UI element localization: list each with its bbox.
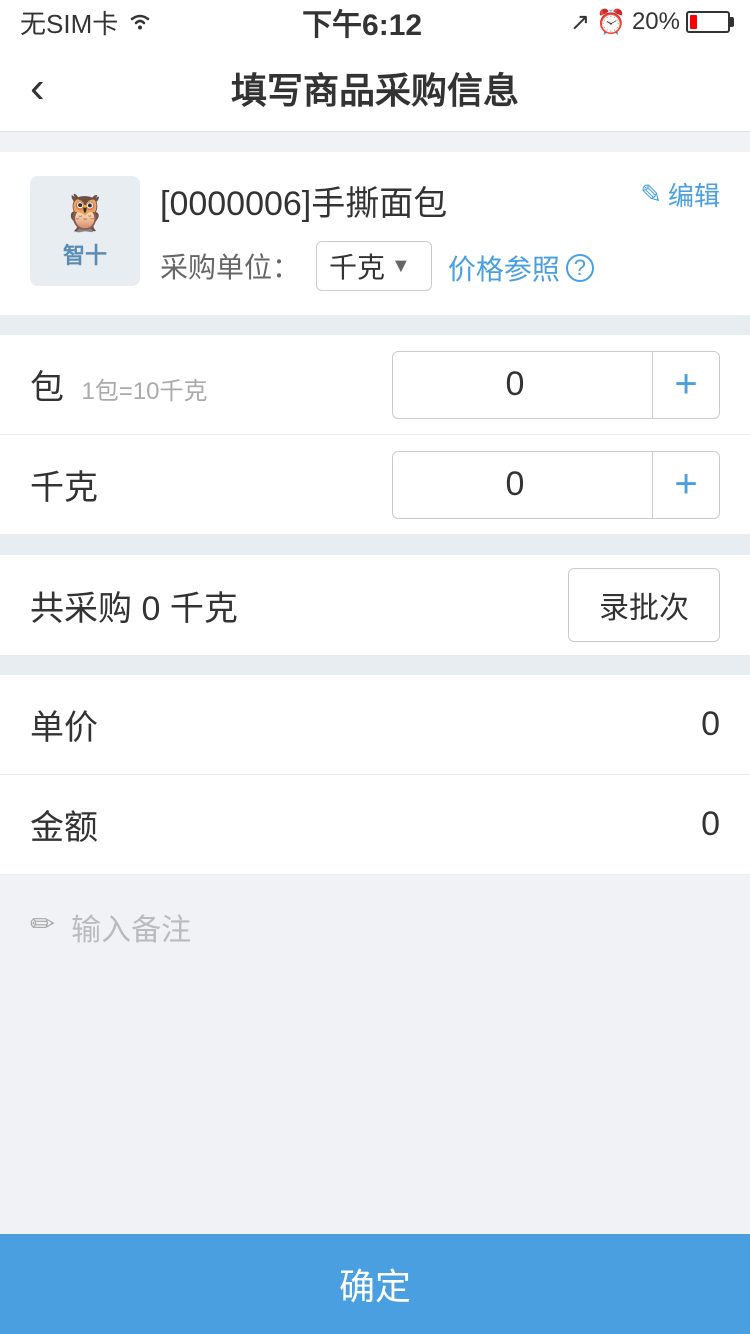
status-right: ↗ ⏰ 20% xyxy=(570,8,730,37)
kg-quantity-input[interactable] xyxy=(392,451,652,519)
status-time: 下午6:12 xyxy=(302,0,422,44)
record-batch-button[interactable]: 录批次 xyxy=(568,568,720,642)
amount-row: 金额 0 xyxy=(0,775,750,875)
product-info: [0000006]手撕面包 ✎ 编辑 采购单位： 千克 ▼ 价格参照 ? xyxy=(160,176,720,291)
price-ref-button[interactable]: 价格参照 ? xyxy=(448,248,594,288)
kg-input-field: + xyxy=(392,451,720,519)
confirm-button[interactable]: 确定 xyxy=(0,1234,750,1334)
nav-bar: ‹ 填写商品采购信息 xyxy=(0,44,750,132)
total-label: 共采购 0 千克 xyxy=(30,581,238,630)
unit-select[interactable]: 千克 ▼ xyxy=(316,241,432,291)
carrier-text: 无SIM卡 xyxy=(20,4,118,41)
kg-input-row: 千克 + xyxy=(0,435,750,535)
product-logo-text: 智十 xyxy=(63,238,107,270)
total-value: 0 xyxy=(141,590,160,628)
product-card: 🦉 智十 [0000006]手撕面包 ✎ 编辑 采购单位： 千克 ▼ xyxy=(0,152,750,315)
product-name: [0000006]手撕面包 xyxy=(160,176,447,225)
pencil-icon: ✏ xyxy=(30,907,55,942)
status-left: 无SIM卡 xyxy=(20,4,154,41)
unit-price-row: 单价 0 xyxy=(0,675,750,775)
amount-label: 金额 xyxy=(30,800,98,849)
product-image: 🦉 智十 xyxy=(30,176,140,286)
back-button[interactable]: ‹ xyxy=(30,66,45,110)
section-divider-2 xyxy=(0,535,750,555)
product-logo-icon: 🦉 xyxy=(63,192,108,234)
page-content: 🦉 智十 [0000006]手撕面包 ✎ 编辑 采购单位： 千克 ▼ xyxy=(0,152,750,1135)
edit-button[interactable]: ✎ 编辑 xyxy=(640,176,720,213)
amount-value: 0 xyxy=(701,805,720,844)
chevron-down-icon: ▼ xyxy=(391,255,411,278)
unit-label: 采购单位： xyxy=(160,246,300,286)
kg-plus-button[interactable]: + xyxy=(652,451,720,519)
total-row: 共采购 0 千克 录批次 xyxy=(0,555,750,655)
unit-price-value: 0 xyxy=(701,705,720,744)
note-placeholder: 输入备注 xyxy=(71,905,191,949)
total-unit: 千克 xyxy=(170,590,238,628)
page-title: 填写商品采购信息 xyxy=(231,62,519,114)
wifi-icon xyxy=(126,7,154,38)
location-icon: ↗ xyxy=(570,8,590,37)
edit-icon: ✎ xyxy=(640,179,662,210)
edit-label: 编辑 xyxy=(668,176,720,213)
bag-quantity-input[interactable] xyxy=(392,351,652,419)
product-top-row: [0000006]手撕面包 ✎ 编辑 xyxy=(160,176,720,241)
bag-label: 包 xyxy=(30,369,64,407)
product-unit-row: 采购单位： 千克 ▼ 价格参照 ? xyxy=(160,241,720,291)
unit-price-label: 单价 xyxy=(30,700,98,749)
bag-input-field: + xyxy=(392,351,720,419)
price-ref-icon: ? xyxy=(566,254,594,282)
battery-icon xyxy=(686,11,730,33)
unit-value: 千克 xyxy=(329,246,385,286)
bag-input-row: 包 1包=10千克 + xyxy=(0,335,750,435)
alarm-icon: ⏰ xyxy=(596,8,626,37)
section-divider-1 xyxy=(0,315,750,335)
battery-percent: 20% xyxy=(632,8,680,36)
bag-sublabel: 1包=10千克 xyxy=(81,378,207,405)
bag-label-container: 包 1包=10千克 xyxy=(30,360,392,409)
section-divider-3 xyxy=(0,655,750,675)
bag-plus-button[interactable]: + xyxy=(652,351,720,419)
price-ref-label: 价格参照 xyxy=(448,248,560,288)
status-bar: 无SIM卡 下午6:12 ↗ ⏰ 20% xyxy=(0,0,750,44)
note-area[interactable]: ✏ 输入备注 xyxy=(0,875,750,1035)
kg-label: 千克 xyxy=(30,460,392,509)
